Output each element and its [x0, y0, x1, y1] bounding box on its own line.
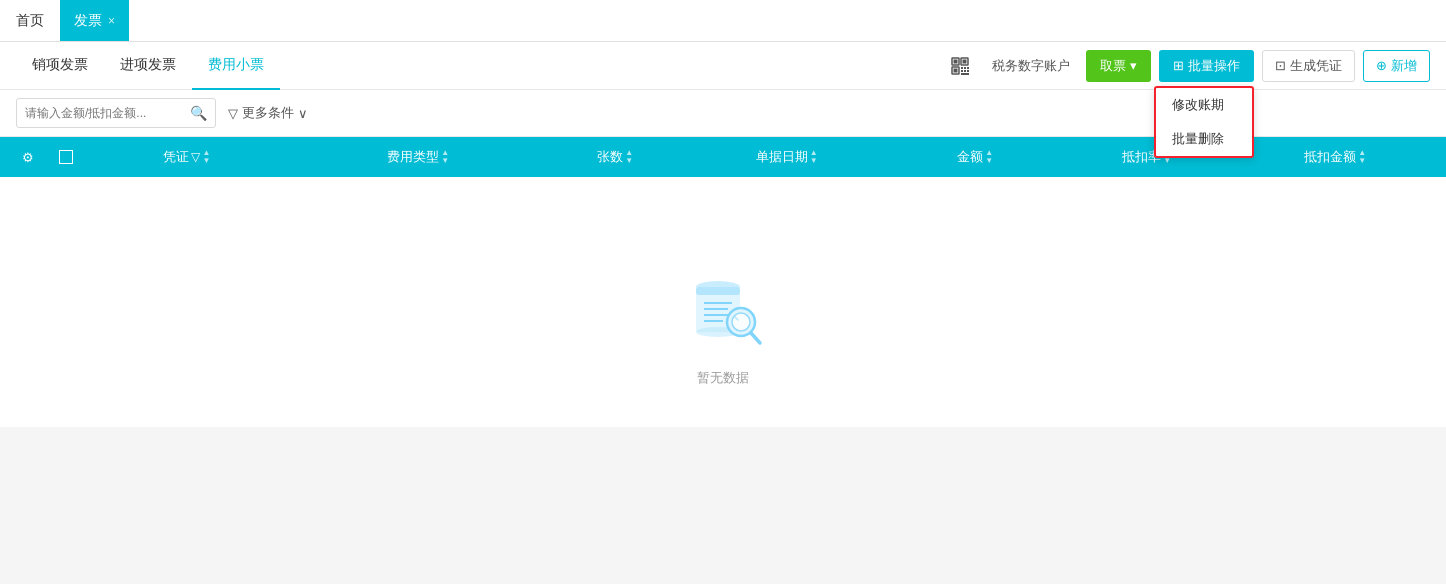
toolbar: 销项发票 进项发票 费用小票 税务数字账户 取票 — [0, 42, 1446, 90]
svg-rect-9 — [964, 70, 966, 72]
content-area: ⚙ 凭证 ▽ ▲▼ 费用类型 ▲▼ 张数 ▲▼ 单据日期 ▲▼ 金额 ▲▼ 抵扣… — [0, 137, 1446, 427]
svg-line-23 — [751, 333, 760, 343]
qr-code-icon[interactable] — [944, 50, 976, 82]
generate-voucher-label: 生成凭证 — [1290, 57, 1342, 75]
svg-rect-11 — [967, 70, 969, 72]
th-deduct-amount-label: 抵扣金额 — [1304, 148, 1356, 166]
nav-home[interactable]: 首页 — [0, 0, 60, 41]
close-icon[interactable]: × — [108, 14, 115, 28]
take-ticket-btn[interactable]: 取票 ▾ — [1086, 50, 1151, 82]
batch-ops-container: ⊞ 批量操作 修改账期 批量删除 — [1159, 50, 1254, 82]
plus-icon: ⊕ — [1376, 58, 1387, 73]
search-wrap: 🔍 — [16, 98, 216, 128]
svg-rect-12 — [961, 73, 969, 75]
th-amount-label: 金额 — [957, 148, 983, 166]
th-amount-sort[interactable]: ▲▼ — [985, 149, 993, 165]
filter-icon: ▽ — [228, 106, 238, 121]
nav-tab-label: 发票 — [74, 12, 102, 30]
svg-point-22 — [732, 313, 750, 331]
batch-delete-item[interactable]: 批量删除 — [1156, 122, 1252, 156]
batch-dropdown-menu: 修改账期 批量删除 — [1154, 86, 1254, 158]
top-nav: 首页 发票 × — [0, 0, 1446, 42]
generate-voucher-btn[interactable]: ⊡ 生成凭证 — [1262, 50, 1355, 82]
tab-sales[interactable]: 销项发票 — [16, 42, 104, 90]
more-conditions-btn[interactable]: ▽ 更多条件 ∨ — [228, 104, 308, 122]
th-voucher-label: 凭证 — [163, 148, 189, 166]
add-new-btn[interactable]: ⊕ 新增 — [1363, 50, 1430, 82]
empty-text: 暂无数据 — [697, 369, 749, 387]
th-checkbox[interactable] — [48, 150, 84, 164]
dropdown-arrow-icon: ▾ — [1130, 58, 1137, 73]
modify-period-item[interactable]: 修改账期 — [1156, 88, 1252, 122]
th-deduct-amount: 抵扣金额 ▲▼ — [1232, 148, 1438, 166]
th-date: 单据日期 ▲▼ — [684, 148, 890, 166]
th-date-sort[interactable]: ▲▼ — [810, 149, 818, 165]
th-count: 张数 ▲▼ — [547, 148, 684, 166]
svg-rect-15 — [696, 287, 740, 295]
batch-ops-btn[interactable]: ⊞ 批量操作 — [1159, 50, 1254, 82]
tab-expense[interactable]: 费用小票 — [192, 42, 280, 90]
th-expense-type: 费用类型 ▲▼ — [290, 148, 547, 166]
th-amount: 金额 ▲▼ — [890, 148, 1061, 166]
chevron-down-icon: ∨ — [298, 106, 308, 121]
th-count-sort[interactable]: ▲▼ — [625, 149, 633, 165]
svg-rect-7 — [964, 67, 966, 69]
th-settings[interactable]: ⚙ — [8, 150, 48, 165]
svg-rect-5 — [954, 68, 958, 72]
svg-rect-3 — [963, 59, 967, 63]
th-date-label: 单据日期 — [756, 148, 808, 166]
take-ticket-label: 取票 — [1100, 57, 1126, 75]
th-voucher: 凭证 ▽ ▲▼ — [84, 148, 290, 166]
th-expense-sort[interactable]: ▲▼ — [441, 149, 449, 165]
svg-rect-1 — [954, 59, 958, 63]
svg-rect-6 — [961, 67, 963, 69]
search-icon[interactable]: 🔍 — [190, 105, 207, 121]
search-input[interactable] — [25, 106, 190, 120]
batch-ops-label: 批量操作 — [1188, 57, 1240, 75]
empty-illustration — [673, 257, 773, 357]
th-deduct-amount-sort[interactable]: ▲▼ — [1358, 149, 1366, 165]
th-expense-type-label: 费用类型 — [387, 148, 439, 166]
th-voucher-filter-icon[interactable]: ▽ — [191, 150, 200, 164]
th-count-label: 张数 — [597, 148, 623, 166]
tab-input[interactable]: 进项发票 — [104, 42, 192, 90]
checkbox-icon — [59, 150, 73, 164]
toolbar-right: 税务数字账户 取票 ▾ ⊞ 批量操作 修改账期 批量删除 ⊡ 生成凭证 ⊕ 新增 — [944, 50, 1430, 82]
more-conditions-label: 更多条件 — [242, 104, 294, 122]
add-new-label: 新增 — [1391, 57, 1417, 75]
nav-tab-invoice[interactable]: 发票 × — [60, 0, 129, 41]
tax-digital-account-btn[interactable]: 税务数字账户 — [984, 50, 1078, 82]
voucher-icon: ⊡ — [1275, 58, 1286, 73]
svg-rect-10 — [967, 67, 969, 69]
svg-rect-8 — [961, 70, 963, 72]
empty-state: 暂无数据 — [0, 177, 1446, 427]
batch-icon: ⊞ — [1173, 58, 1184, 73]
th-voucher-sort[interactable]: ▲▼ — [202, 149, 210, 165]
settings-icon: ⚙ — [22, 150, 34, 165]
